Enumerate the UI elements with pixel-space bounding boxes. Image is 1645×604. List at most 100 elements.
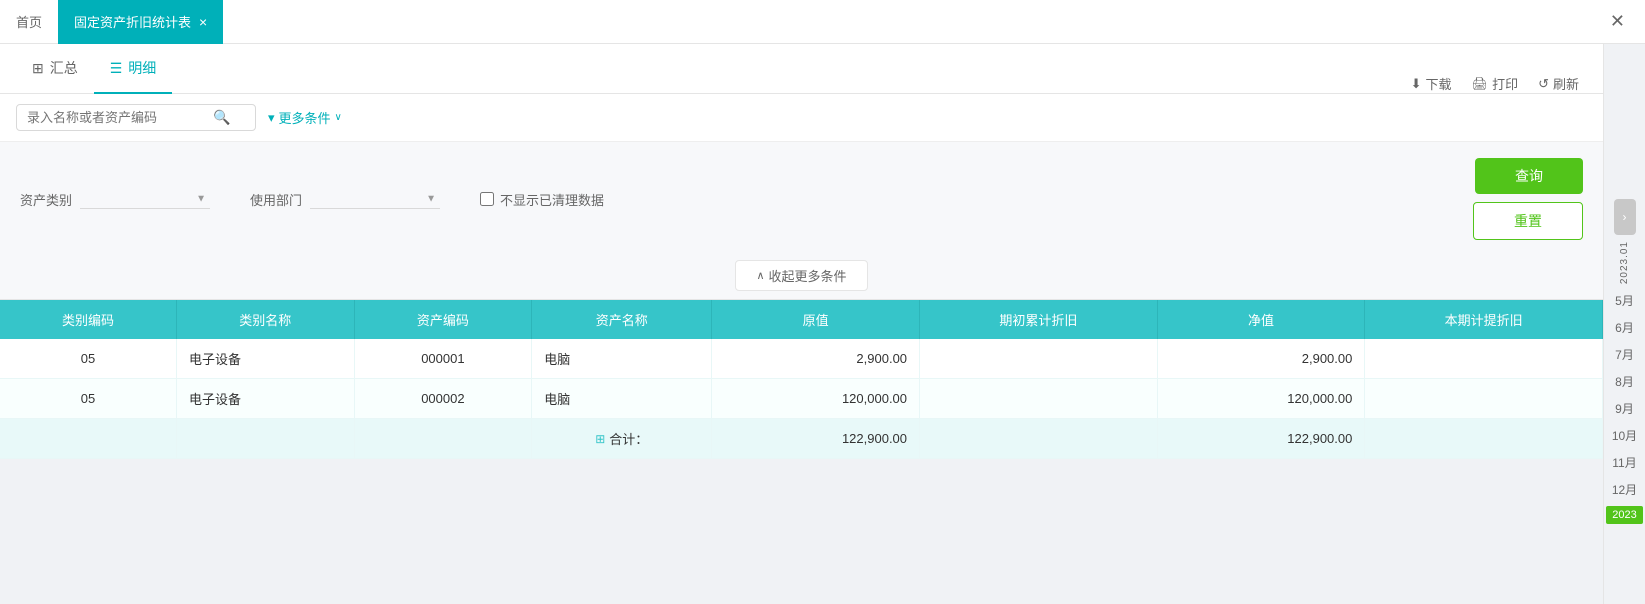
table-total-row: ⊞ 合计： 122,900.00 122,900.00 <box>0 419 1603 459</box>
cell-original-value-2: 120,000.00 <box>712 379 920 419</box>
asset-category-field: 资产类别 ▼ <box>20 189 210 209</box>
month-list: 5月 6月 7月 8月 9月 10月 11月 12月 2023 <box>1604 288 1645 524</box>
total-icon: ⊞ <box>595 432 605 446</box>
top-nav: 首页 固定资产折旧统计表 × ✕ <box>0 0 1645 44</box>
cell-net-value-2: 120,000.00 <box>1157 379 1365 419</box>
refresh-label: 刷新 <box>1553 74 1579 93</box>
total-net-value: 122,900.00 <box>1157 419 1365 459</box>
quick-search-bar: 🔍 ▾ 更多条件 ∨ <box>0 94 1603 142</box>
cell-net-value-1: 2,900.00 <box>1157 339 1365 379</box>
current-date-label: 2023.01 <box>1619 241 1630 284</box>
advanced-filter: 资产类别 ▼ 使用部门 <box>0 142 1603 300</box>
search-input-wrap[interactable]: 🔍 <box>16 104 256 131</box>
collapse-bar: ∧ 收起更多条件 <box>20 252 1583 299</box>
more-filter-label: 更多条件 <box>279 108 331 127</box>
tab-detail[interactable]: ☰ 明细 <box>94 44 173 94</box>
asset-category-select[interactable] <box>80 189 210 209</box>
right-sidebar: › 2023.01 5月 6月 7月 8月 9月 10月 11月 12月 202… <box>1603 44 1645 604</box>
refresh-btn[interactable]: ↺ 刷新 <box>1538 74 1587 93</box>
nav-home[interactable]: 首页 <box>0 12 58 31</box>
cell-asset-code-2: 000002 <box>354 379 532 419</box>
search-input[interactable] <box>27 110 207 125</box>
month-10[interactable]: 10月 <box>1604 423 1645 448</box>
cell-asset-code-1: 000001 <box>354 339 532 379</box>
col-category-name: 类别名称 <box>176 300 354 339</box>
cell-current-dep-1 <box>1365 339 1603 379</box>
reset-button[interactable]: 重置 <box>1473 202 1583 240</box>
cell-category-name-2: 电子设备 <box>176 379 354 419</box>
chevron-down-icon: ∨ <box>335 112 342 123</box>
col-current-dep: 本期计提折旧 <box>1365 300 1603 339</box>
total-label-cell: ⊞ 合计： <box>532 419 712 459</box>
col-accumulated-dep: 期初累计折旧 <box>920 300 1158 339</box>
tab-summary[interactable]: ⊞ 汇总 <box>16 44 94 94</box>
month-11[interactable]: 11月 <box>1604 450 1645 475</box>
nav-tab-close[interactable]: × <box>199 14 207 30</box>
print-btn[interactable]: 🖨 打印 <box>1472 74 1519 93</box>
asset-category-label: 资产类别 <box>20 190 72 209</box>
cell-original-value-1: 2,900.00 <box>712 339 920 379</box>
no-cleared-field: 不显示已清理数据 <box>480 190 604 209</box>
nav-tab-label: 固定资产折旧统计表 <box>74 12 191 31</box>
col-original-value: 原值 <box>712 300 920 339</box>
month-8[interactable]: 8月 <box>1604 369 1645 394</box>
department-select[interactable] <box>310 189 440 209</box>
download-label: 下载 <box>1426 74 1452 93</box>
tab-summary-label: 汇总 <box>50 58 78 78</box>
no-cleared-checkbox[interactable] <box>480 192 494 206</box>
total-accumulated-dep <box>920 419 1158 459</box>
list-icon: ☰ <box>110 60 123 77</box>
total-text: 合计： <box>609 429 648 448</box>
col-net-value: 净值 <box>1157 300 1365 339</box>
department-field: 使用部门 ▼ <box>250 189 440 209</box>
print-label: 打印 <box>1492 74 1518 93</box>
window-close-button[interactable]: ✕ <box>1590 0 1645 44</box>
table-header: 类别编码 类别名称 资产编码 资产名称 原值 期初累计折旧 净值 本期计提折旧 <box>0 300 1603 339</box>
action-buttons: 查询 重置 <box>1473 158 1583 240</box>
refresh-icon: ↺ <box>1538 76 1549 92</box>
year-badge[interactable]: 2023 <box>1606 506 1643 524</box>
collapse-btn[interactable]: ∧ 收起更多条件 <box>735 260 867 291</box>
nav-tab-active[interactable]: 固定资产折旧统计表 × <box>58 0 223 44</box>
sidebar-collapse-arrow[interactable]: › <box>1614 199 1636 235</box>
total-col2 <box>176 419 354 459</box>
col-category-code: 类别编码 <box>0 300 176 339</box>
month-5[interactable]: 5月 <box>1604 288 1645 313</box>
search-icon[interactable]: 🔍 <box>213 109 230 126</box>
col-asset-code: 资产编码 <box>354 300 532 339</box>
cell-asset-name-1: 电脑 <box>532 339 712 379</box>
total-current-dep <box>1365 419 1603 459</box>
table-section: 类别编码 类别名称 资产编码 资产名称 原值 期初累计折旧 净值 本期计提折旧 <box>0 300 1603 604</box>
cell-accumulated-dep-2 <box>920 379 1158 419</box>
collapse-label: 收起更多条件 <box>769 266 847 285</box>
total-original-value: 122,900.00 <box>712 419 920 459</box>
query-button[interactable]: 查询 <box>1475 158 1583 194</box>
total-col1 <box>0 419 176 459</box>
cell-category-name-1: 电子设备 <box>176 339 354 379</box>
cell-asset-name-2: 电脑 <box>532 379 712 419</box>
cell-category-code-2: 05 <box>0 379 176 419</box>
total-col3 <box>354 419 532 459</box>
cell-accumulated-dep-1 <box>920 339 1158 379</box>
tab-detail-label: 明细 <box>128 58 156 78</box>
month-6[interactable]: 6月 <box>1604 315 1645 340</box>
filter-icon: ▾ <box>268 110 275 126</box>
more-filter-btn[interactable]: ▾ 更多条件 ∨ <box>268 108 342 127</box>
month-7[interactable]: 7月 <box>1604 342 1645 367</box>
download-btn[interactable]: ⬇ 下载 <box>1411 74 1452 93</box>
no-cleared-label: 不显示已清理数据 <box>500 190 604 209</box>
print-icon: 🖨 <box>1472 76 1489 92</box>
cell-category-code-1: 05 <box>0 339 176 379</box>
filter-row: 资产类别 ▼ 使用部门 <box>20 158 1583 240</box>
department-label: 使用部门 <box>250 190 302 209</box>
table-row: 05 电子设备 000001 电脑 2,900.00 2,900.00 <box>0 339 1603 379</box>
collapse-up-icon: ∧ <box>756 269 764 282</box>
toolbar-right: ⬇ 下载 🖨 打印 ↺ 刷新 <box>1411 74 1587 93</box>
col-asset-name: 资产名称 <box>532 300 712 339</box>
cell-current-dep-2 <box>1365 379 1603 419</box>
layers-icon: ⊞ <box>32 60 44 77</box>
month-9[interactable]: 9月 <box>1604 396 1645 421</box>
table-row: 05 电子设备 000002 电脑 120,000.00 120,000.00 <box>0 379 1603 419</box>
download-icon: ⬇ <box>1411 76 1422 92</box>
month-12[interactable]: 12月 <box>1604 477 1645 502</box>
